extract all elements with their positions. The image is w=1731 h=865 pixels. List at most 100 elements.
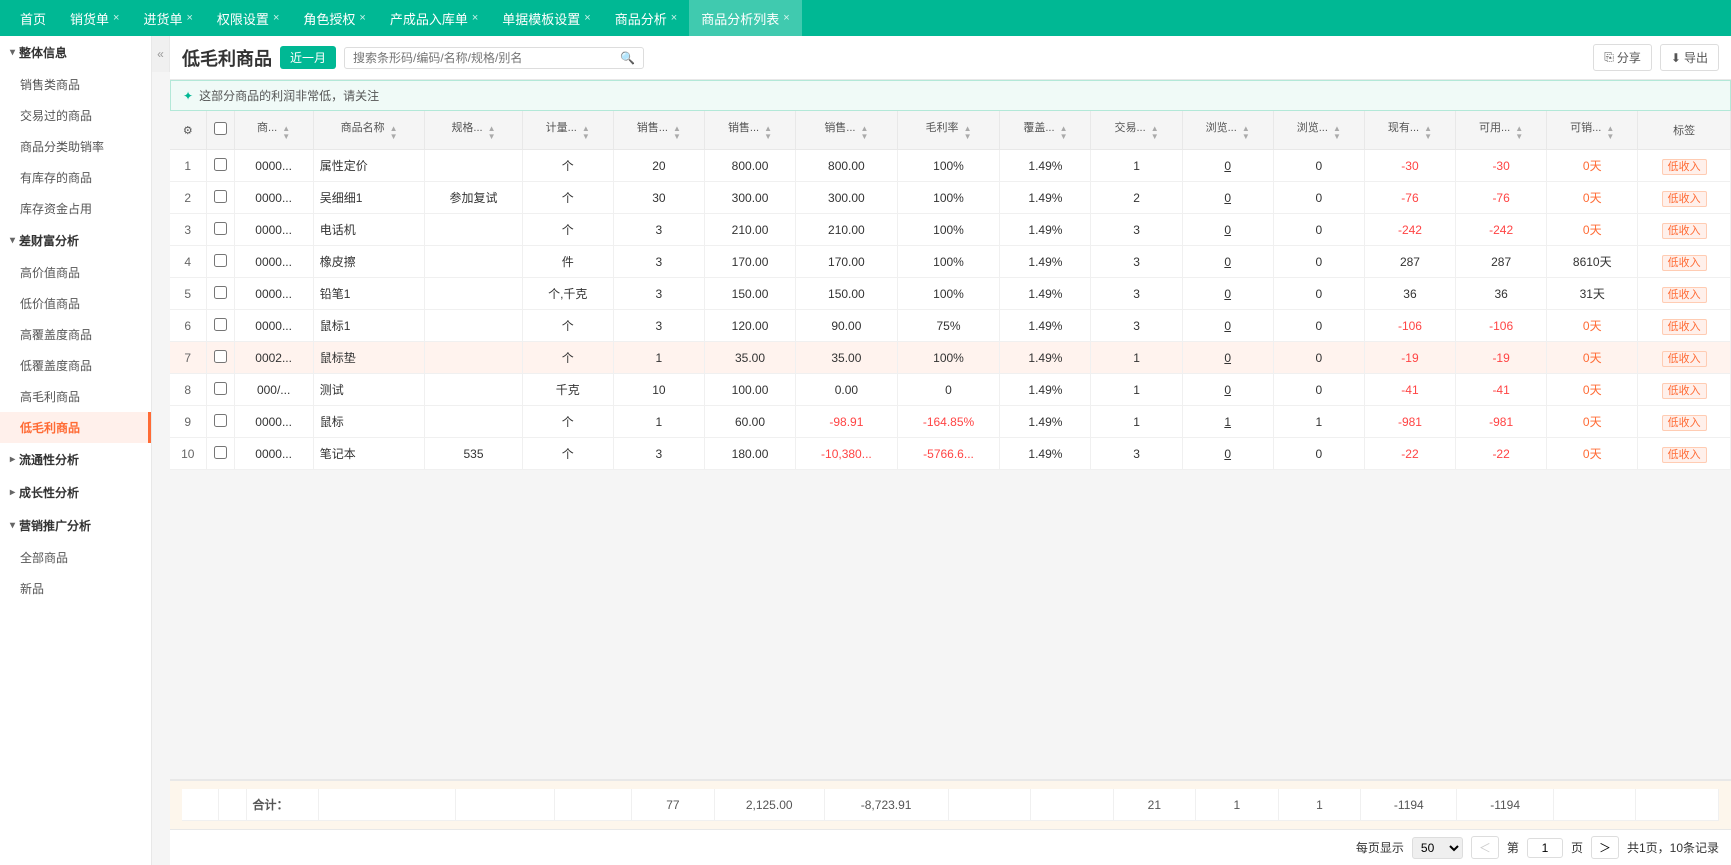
- row-sales-price: 210.00: [704, 214, 795, 246]
- nav-close-product-analysis-list[interactable]: ×: [783, 12, 789, 24]
- row-transaction: 1: [1091, 374, 1182, 406]
- row-browse1[interactable]: 0: [1182, 310, 1273, 342]
- nav-product-analysis[interactable]: 商品分析 ×: [603, 0, 689, 36]
- nav-home[interactable]: 首页: [8, 0, 58, 36]
- sidebar-group-growth[interactable]: ▸ 成长性分析: [0, 476, 151, 509]
- nav-product-analysis-list[interactable]: 商品分析列表 ×: [689, 0, 801, 36]
- sidebar-item-new-products[interactable]: 新品: [0, 573, 151, 604]
- row-code: 0000...: [234, 278, 313, 310]
- col-sales-price[interactable]: 销售... ▲▼: [704, 111, 795, 150]
- sidebar-item-high-value[interactable]: 高价值商品: [0, 257, 151, 288]
- sidebar-item-stock-capital[interactable]: 库存资金占用: [0, 193, 151, 224]
- row-browse1[interactable]: 0: [1182, 246, 1273, 278]
- share-button[interactable]: ⎘ 分享: [1593, 44, 1652, 71]
- nav-finished-goods[interactable]: 产成品入库单 ×: [378, 0, 490, 36]
- sidebar-group-marketing[interactable]: ▾ 营销推广分析: [0, 509, 151, 542]
- content-header: 低毛利商品 近一月 🔍 ⎘ 分享 ⬇ 导出: [170, 36, 1731, 80]
- sidebar-group-wealth[interactable]: ▾ 差财富分析: [0, 224, 151, 257]
- row-current-stock: 287: [1364, 246, 1455, 278]
- time-filter-button[interactable]: 近一月: [280, 46, 336, 69]
- sidebar-group-overall[interactable]: ▾ 整体信息: [0, 36, 151, 69]
- nav-template-settings[interactable]: 单据模板设置 ×: [490, 0, 602, 36]
- sidebar-group-liquidity[interactable]: ▸ 流通性分析: [0, 443, 151, 476]
- row-checkbox[interactable]: [206, 246, 234, 278]
- table-row: 9 0000... 鼠标 个 1 60.00 -98.91 -164.85% 1…: [170, 406, 1731, 438]
- row-checkbox[interactable]: [206, 150, 234, 182]
- col-gross-margin[interactable]: 毛利率 ▲▼: [897, 111, 1000, 150]
- sidebar-item-high-margin[interactable]: 高毛利商品: [0, 381, 151, 412]
- row-browse1[interactable]: 0: [1182, 150, 1273, 182]
- row-transaction: 3: [1091, 438, 1182, 470]
- row-checkbox[interactable]: [206, 342, 234, 374]
- row-checkbox[interactable]: [206, 310, 234, 342]
- nav-purchase-order[interactable]: 进货单 ×: [131, 0, 204, 36]
- nav-close-template-settings[interactable]: ×: [584, 12, 590, 24]
- nav-close-permission-settings[interactable]: ×: [273, 12, 279, 24]
- page-number-input[interactable]: [1527, 838, 1563, 858]
- col-current-stock[interactable]: 现有... ▲▼: [1364, 111, 1455, 150]
- select-all-checkbox[interactable]: [214, 122, 227, 135]
- per-page-select[interactable]: 50 20 100: [1412, 837, 1463, 859]
- nav-close-purchase-order[interactable]: ×: [186, 12, 192, 24]
- prev-page-button[interactable]: ＜: [1471, 836, 1499, 859]
- row-checkbox[interactable]: [206, 278, 234, 310]
- sidebar-item-all-products[interactable]: 全部商品: [0, 542, 151, 573]
- row-gross-margin: 100%: [897, 214, 1000, 246]
- row-spec: 参加复试: [425, 182, 522, 214]
- sidebar-item-low-margin[interactable]: 低毛利商品: [0, 412, 151, 443]
- export-button[interactable]: ⬇ 导出: [1660, 44, 1719, 71]
- col-browse2[interactable]: 浏览... ▲▼: [1273, 111, 1364, 150]
- row-browse1[interactable]: 0: [1182, 182, 1273, 214]
- col-gear[interactable]: ⚙: [170, 111, 206, 150]
- row-sales-qty: 3: [613, 438, 704, 470]
- row-browse1[interactable]: 1: [1182, 406, 1273, 438]
- row-unit: 个: [522, 342, 613, 374]
- sidebar-collapse-button[interactable]: «: [152, 36, 170, 72]
- row-browse1[interactable]: 0: [1182, 278, 1273, 310]
- nav-close-product-analysis[interactable]: ×: [671, 12, 677, 24]
- sidebar-item-low-value[interactable]: 低价值商品: [0, 288, 151, 319]
- row-browse1[interactable]: 0: [1182, 438, 1273, 470]
- sidebar-item-low-coverage[interactable]: 低覆盖度商品: [0, 350, 151, 381]
- nav-sales-order[interactable]: 销货单 ×: [58, 0, 131, 36]
- next-page-button[interactable]: ＞: [1591, 836, 1619, 859]
- col-sales-qty[interactable]: 销售... ▲▼: [613, 111, 704, 150]
- search-input[interactable]: [353, 51, 620, 65]
- sidebar-item-high-coverage[interactable]: 高覆盖度商品: [0, 319, 151, 350]
- row-checkbox[interactable]: [206, 182, 234, 214]
- col-browse1[interactable]: 浏览... ▲▼: [1182, 111, 1273, 150]
- row-checkbox[interactable]: [206, 374, 234, 406]
- row-checkbox[interactable]: [206, 438, 234, 470]
- notice-bar: ✦ 这部分商品的利润非常低，请关注: [170, 80, 1731, 111]
- col-sales-amount[interactable]: 销售... ▲▼: [796, 111, 898, 150]
- col-name[interactable]: 商品名称 ▲▼: [313, 111, 425, 150]
- nav-role-auth[interactable]: 角色授权 ×: [291, 0, 377, 36]
- col-transaction[interactable]: 交易... ▲▼: [1091, 111, 1182, 150]
- footer-total-table: 合计： 77 2,125.00 -8,723.91 21 1 1 -1194 -…: [182, 789, 1719, 821]
- nav-close-finished-goods[interactable]: ×: [472, 12, 478, 24]
- sidebar-item-traded-products[interactable]: 交易过的商品: [0, 100, 151, 131]
- row-checkbox[interactable]: [206, 406, 234, 438]
- row-browse1[interactable]: 0: [1182, 342, 1273, 374]
- sidebar-item-category-rate[interactable]: 商品分类助销率: [0, 131, 151, 162]
- col-code[interactable]: 商... ▲▼: [234, 111, 313, 150]
- header-actions: ⎘ 分享 ⬇ 导出: [1593, 44, 1719, 71]
- row-browse2: 0: [1273, 278, 1364, 310]
- nav-permission-settings[interactable]: 权限设置 ×: [205, 0, 291, 36]
- footer-current-stock: -1194: [1361, 789, 1457, 821]
- row-checkbox[interactable]: [206, 214, 234, 246]
- col-coverage[interactable]: 覆盖... ▲▼: [1000, 111, 1091, 150]
- sidebar-item-in-stock[interactable]: 有库存的商品: [0, 162, 151, 193]
- col-checkbox[interactable]: [206, 111, 234, 150]
- col-unit[interactable]: 计量... ▲▼: [522, 111, 613, 150]
- sidebar-item-sales-products[interactable]: 销售类商品: [0, 69, 151, 100]
- row-browse1[interactable]: 0: [1182, 214, 1273, 246]
- col-saleable[interactable]: 可销... ▲▼: [1547, 111, 1638, 150]
- nav-close-role-auth[interactable]: ×: [359, 12, 365, 24]
- col-spec[interactable]: 规格... ▲▼: [425, 111, 522, 150]
- search-icon[interactable]: 🔍: [620, 51, 635, 65]
- row-browse1[interactable]: 0: [1182, 374, 1273, 406]
- row-unit: 千克: [522, 374, 613, 406]
- nav-close-sales-order[interactable]: ×: [113, 12, 119, 24]
- col-available[interactable]: 可用... ▲▼: [1456, 111, 1547, 150]
